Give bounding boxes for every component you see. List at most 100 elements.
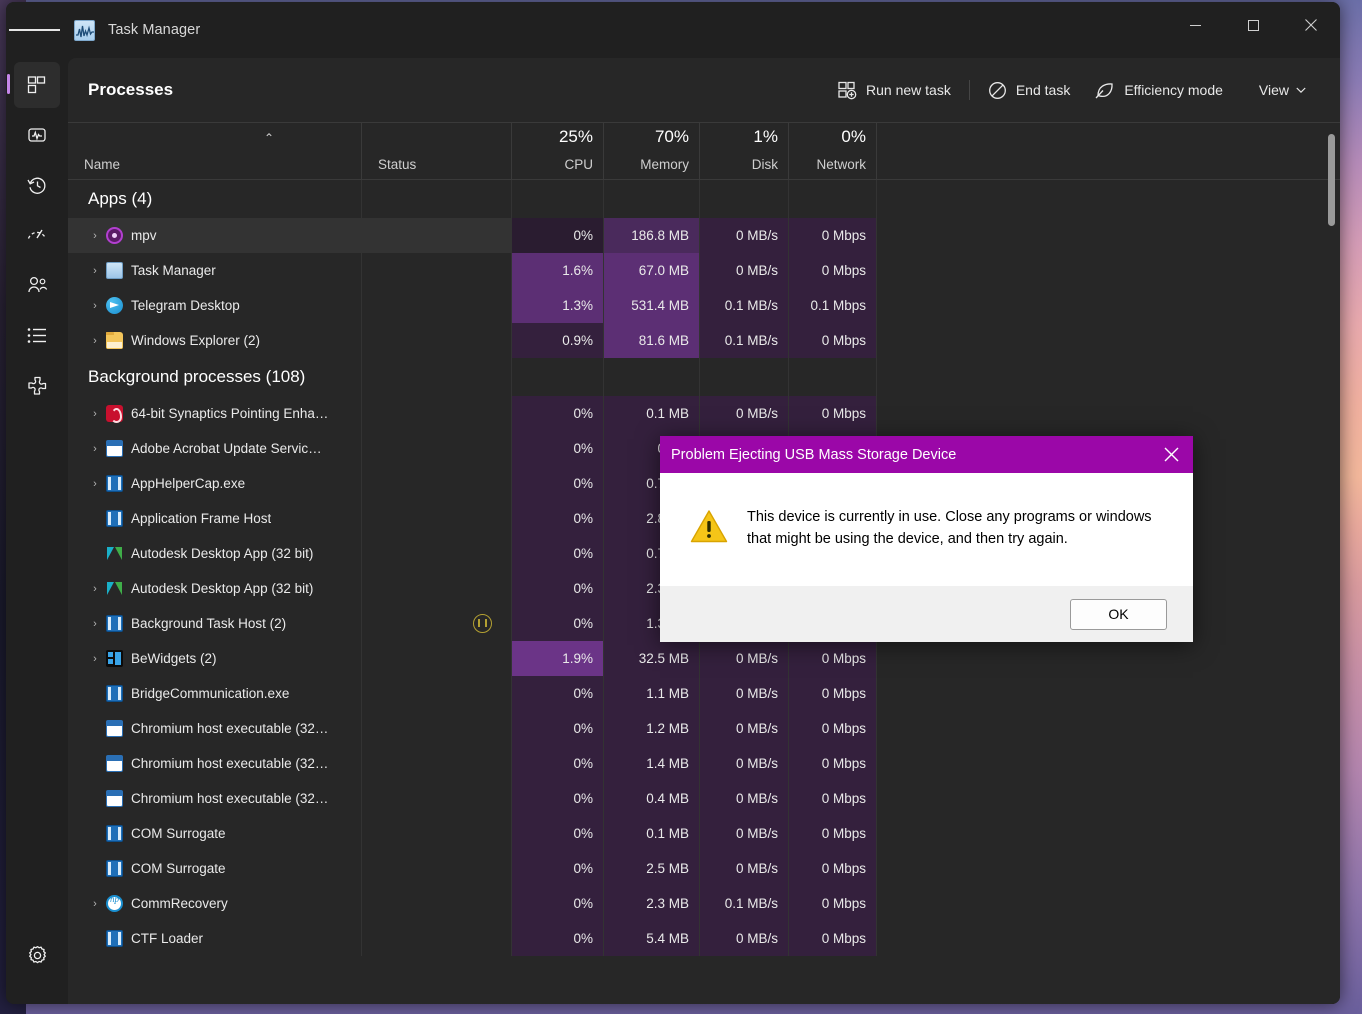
- process-status-cell: [361, 816, 511, 851]
- sidebar: [6, 58, 68, 1004]
- column-divider: [511, 323, 512, 358]
- sidebar-item-settings[interactable]: [14, 932, 60, 978]
- column-header-cpu[interactable]: 25% CPU: [511, 123, 603, 180]
- startup-apps-icon: [27, 229, 47, 239]
- table-row[interactable]: › Task Manager 1.6% 67.0 MB 0 MB/s 0 Mbps: [68, 253, 1340, 288]
- process-disk-cell: 0 MB/s: [699, 253, 788, 288]
- process-status-cell: [361, 641, 511, 676]
- expand-chevron-icon[interactable]: ›: [84, 335, 106, 347]
- sort-ascending-icon: ⌃: [264, 131, 275, 145]
- gear-icon: [28, 945, 46, 963]
- process-name: Chromium host executable (32…: [131, 756, 329, 771]
- dialog-close-button[interactable]: [1149, 436, 1193, 473]
- sidebar-item-users[interactable]: [14, 262, 60, 308]
- task-manager-icon: [74, 19, 95, 41]
- process-name: Background Task Host (2): [131, 616, 287, 631]
- end-task-button[interactable]: End task: [976, 73, 1082, 107]
- sidebar-item-services[interactable]: [14, 362, 60, 408]
- window-icon: [106, 930, 123, 947]
- sidebar-settings-container: [6, 928, 68, 982]
- column-header-name[interactable]: Name: [68, 123, 361, 180]
- vertical-scrollbar[interactable]: [1328, 134, 1335, 226]
- column-divider: [511, 606, 512, 641]
- expand-chevron-icon[interactable]: ›: [84, 618, 106, 630]
- process-name: Application Frame Host: [131, 511, 272, 526]
- table-row[interactable]: › Telegram Desktop 1.3% 531.4 MB 0.1 MB/s 0.1…: [68, 288, 1340, 323]
- column-header-status[interactable]: Status: [361, 123, 511, 180]
- table-row[interactable]: Chromium host executable (32… 0% 0.4 MB 0 M…: [68, 781, 1340, 816]
- expand-chevron-icon[interactable]: ›: [84, 300, 106, 312]
- sidebar-item-startup-apps[interactable]: [14, 212, 60, 258]
- expand-chevron-icon[interactable]: ›: [84, 653, 106, 665]
- minimize-button[interactable]: [1166, 2, 1224, 48]
- column-divider: [511, 396, 512, 431]
- column-divider: [699, 641, 700, 676]
- hamburger-icon[interactable]: [6, 2, 62, 58]
- column-divider: [876, 253, 877, 288]
- process-name: Autodesk Desktop App (32 bit): [131, 546, 314, 561]
- process-cpu-cell: 0%: [511, 431, 603, 466]
- column-header-memory[interactable]: 70% Memory: [603, 123, 699, 180]
- expand-chevron-icon[interactable]: ›: [84, 898, 106, 910]
- expand-chevron-icon[interactable]: ›: [84, 443, 106, 455]
- column-divider: [876, 886, 877, 921]
- dialog-ok-button[interactable]: OK: [1070, 598, 1167, 630]
- table-row[interactable]: COM Surrogate 0% 0.1 MB 0 MB/s 0 Mbps: [68, 816, 1340, 851]
- process-cpu-cell: 0%: [511, 851, 603, 886]
- column-header-network[interactable]: 0% Network: [788, 123, 876, 180]
- table-row[interactable]: › CommRecovery 0%2.3 MB0.1 MB/s0 Mbps: [68, 886, 1340, 921]
- column-header-disk[interactable]: 1% Disk: [699, 123, 788, 180]
- bewidgets-icon: [106, 650, 123, 667]
- table-row[interactable]: › BeWidgets (2) 1.9% 32.5 MB 0 MB/s 0 Mbps: [68, 641, 1340, 676]
- column-divider: [876, 676, 877, 711]
- close-button[interactable]: [1282, 2, 1340, 48]
- table-row[interactable]: › mpv 0% 186.8 MB 0 MB/s 0 Mbps: [68, 218, 1340, 253]
- efficiency-mode-button[interactable]: Efficiency mode: [1082, 73, 1235, 107]
- process-name-cell: › CommRecovery: [68, 886, 361, 921]
- process-disk-cell: 0 MB/s: [699, 781, 788, 816]
- column-divider: [876, 746, 877, 781]
- column-divider: [511, 711, 512, 746]
- table-row[interactable]: CTF Loader 0% 5.4 MB 0 MB/s 0 Mbps: [68, 921, 1340, 956]
- telegram-icon: [106, 297, 123, 314]
- table-group-row[interactable]: Background processes (108): [68, 358, 1340, 396]
- process-name: Windows Explorer (2): [131, 333, 261, 348]
- sidebar-item-performance[interactable]: [14, 112, 60, 158]
- sidebar-item-processes[interactable]: [7, 62, 60, 108]
- table-row[interactable]: Chromium host executable (32… 0% 1.4 MB 0 M…: [68, 746, 1340, 781]
- process-status-cell: [361, 921, 511, 956]
- process-cpu-cell: 0%: [511, 781, 603, 816]
- process-cpu-cell: 0%: [511, 501, 603, 536]
- run-new-task-button[interactable]: Run new task: [826, 73, 963, 107]
- group-label: Background processes (108): [88, 367, 306, 386]
- column-divider: [699, 851, 700, 886]
- sidebar-item-app-history[interactable]: [14, 162, 60, 208]
- end-task-icon: [988, 81, 1006, 99]
- table-row[interactable]: › Windows Explorer (2) 0.9% 81.6 MB 0.1 MB/s…: [68, 323, 1340, 358]
- table-row[interactable]: BridgeCommunication.exe 0% 1.1 MB 0 MB/s 0 M…: [68, 676, 1340, 711]
- process-name: mpv: [131, 228, 157, 243]
- process-memory-cell: 1.1 MB: [603, 676, 699, 711]
- expand-chevron-icon[interactable]: ›: [84, 408, 106, 420]
- sidebar-item-details[interactable]: [14, 312, 60, 358]
- process-memory-cell: 2.5 MB: [603, 851, 699, 886]
- table-row[interactable]: Chromium host executable (32… 0% 1.2 MB 0 M…: [68, 711, 1340, 746]
- expand-chevron-icon[interactable]: ›: [84, 478, 106, 490]
- expand-chevron-icon[interactable]: ›: [84, 230, 106, 242]
- process-name-cell: Chromium host executable (32…: [68, 781, 361, 816]
- expand-chevron-icon[interactable]: ›: [84, 583, 106, 595]
- column-divider: [361, 816, 362, 851]
- process-network-cell: 0 Mbps: [788, 218, 876, 253]
- table-group-row[interactable]: Apps (4): [68, 180, 1340, 218]
- process-disk-cell: 0 MB/s: [699, 746, 788, 781]
- process-status-cell: [361, 536, 511, 571]
- column-divider: [511, 431, 512, 466]
- column-divider: [603, 323, 604, 358]
- table-row[interactable]: COM Surrogate 0% 2.5 MB 0 MB/s 0 Mbps: [68, 851, 1340, 886]
- maximize-button[interactable]: [1224, 2, 1282, 48]
- expand-chevron-icon[interactable]: ›: [84, 265, 106, 277]
- table-row[interactable]: › 64-bit Synaptics Pointing Enha… 0% 0.1 MB…: [68, 396, 1340, 431]
- column-divider: [511, 358, 512, 396]
- process-name: COM Surrogate: [131, 826, 226, 841]
- view-menu-button[interactable]: View: [1247, 73, 1318, 107]
